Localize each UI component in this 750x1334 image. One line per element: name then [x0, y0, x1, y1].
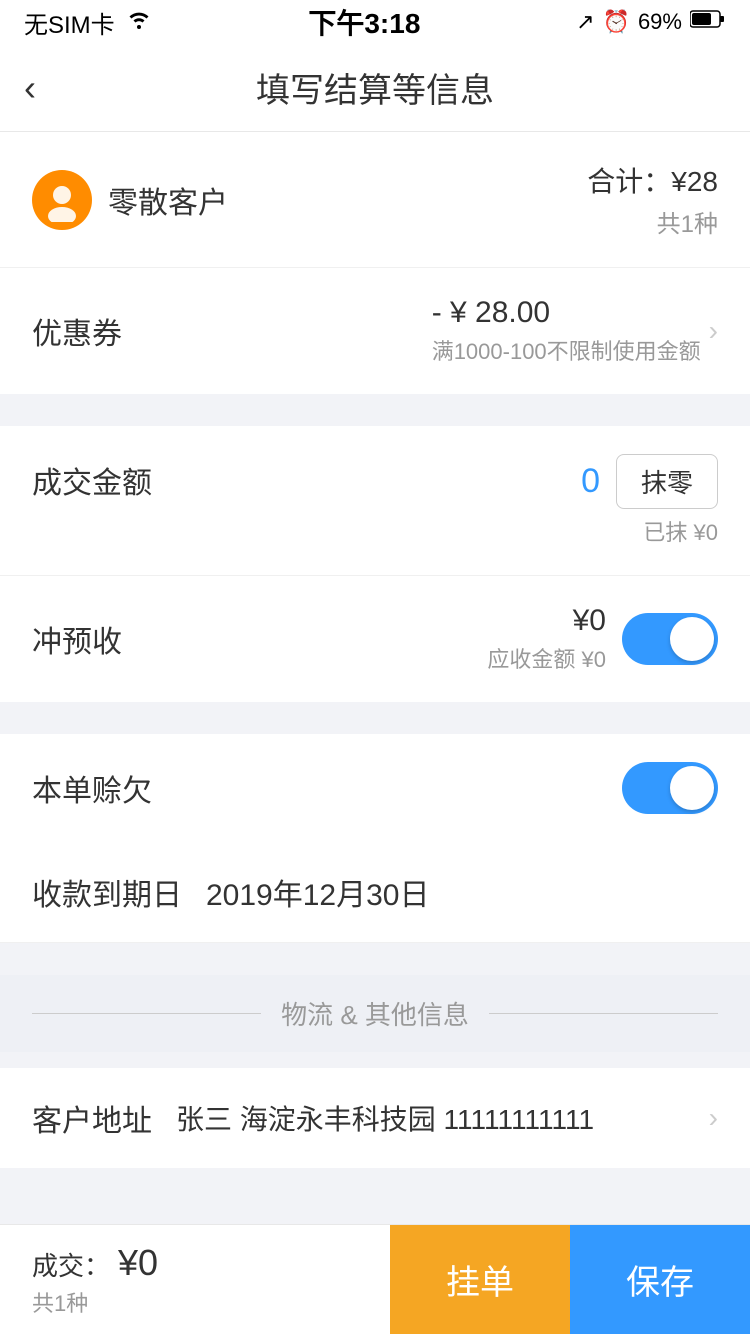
coupon-row[interactable]: 优惠券 - ¥ 28.00 满1000-100不限制使用金额 › — [0, 267, 750, 394]
wifi-icon — [125, 8, 153, 36]
transaction-label: 成交金额 — [32, 454, 152, 502]
logistics-divider: 物流 & 其他信息 — [0, 975, 750, 1052]
debt-row: 本单赊欠 — [0, 734, 750, 842]
bottom-bar: 成交： ¥0 共1种 挂单 保存 — [0, 1224, 750, 1334]
debt-toggle[interactable] — [622, 762, 718, 814]
customer-section: 零散客户 合计：¥28 共1种 优惠券 - ¥ 28.00 满1000-100不… — [0, 132, 750, 394]
prepayment-label: 冲预收 — [32, 617, 122, 661]
status-left: 无SIM卡 — [24, 5, 153, 40]
round-button[interactable]: 抹零 — [616, 454, 718, 509]
nav-bar: ‹ 填写结算等信息 — [0, 44, 750, 132]
address-chevron-icon: › — [709, 1102, 718, 1134]
separator-1 — [0, 410, 750, 426]
transaction-sub: 已抹 ¥0 — [581, 515, 718, 547]
total-amount: 合计：¥28 — [587, 160, 718, 200]
back-button[interactable]: ‹ — [24, 67, 36, 109]
prepayment-right: ¥0 应收金额 ¥0 — [487, 604, 718, 674]
content: 零散客户 合计：¥28 共1种 优惠券 - ¥ 28.00 满1000-100不… — [0, 132, 750, 1304]
due-date-row: 收款到期日 2019年12月30日 — [0, 842, 750, 943]
no-sim-text: 无SIM卡 — [24, 5, 115, 40]
transaction-section: 成交金额 0 抹零 已抹 ¥0 冲预收 ¥0 应收金额 ¥0 — [0, 426, 750, 702]
prepayment-toggle[interactable] — [622, 613, 718, 665]
divider-line-left — [32, 1013, 261, 1014]
address-value: 张三 海淀永丰科技园 11111111111 — [176, 1098, 709, 1138]
coupon-right: - ¥ 28.00 满1000-100不限制使用金额 › — [432, 296, 718, 366]
address-section: 客户地址 张三 海淀永丰科技园 11111111111 › — [0, 1068, 750, 1168]
separator-2 — [0, 718, 750, 734]
debt-label: 本单赊欠 — [32, 766, 152, 810]
coupon-desc: 满1000-100不限制使用金额 — [432, 334, 701, 366]
separator-3 — [0, 959, 750, 975]
bottom-amount: ¥0 — [118, 1242, 158, 1284]
bottom-count: 共1种 — [32, 1286, 358, 1318]
debt-section: 本单赊欠 收款到期日 2019年12月30日 — [0, 734, 750, 943]
battery-text: 69% — [638, 9, 682, 35]
transaction-value: 0 — [581, 462, 600, 501]
customer-row: 零散客户 合计：¥28 共1种 — [0, 132, 750, 267]
prepayment-value-wrap: ¥0 应收金额 ¥0 — [487, 604, 606, 674]
due-date-value: 2019年12月30日 — [206, 870, 429, 914]
status-bar: 无SIM卡 下午3:18 ↗ ⏰ 69% — [0, 0, 750, 44]
location-icon: ↗ — [576, 9, 594, 35]
toggle-knob — [670, 617, 714, 661]
address-label: 客户地址 — [32, 1096, 152, 1140]
prepayment-row: 冲预收 ¥0 应收金额 ¥0 — [0, 576, 750, 702]
total-count: 共1种 — [587, 204, 718, 239]
address-row[interactable]: 客户地址 张三 海淀永丰科技园 11111111111 › — [0, 1068, 750, 1168]
prepayment-value: ¥0 — [487, 604, 606, 638]
alarm-icon: ⏰ — [603, 9, 630, 35]
due-date-label: 收款到期日 — [32, 870, 182, 914]
bottom-left: 成交： ¥0 共1种 — [0, 1242, 390, 1318]
status-time: 下午3:18 — [308, 2, 420, 42]
status-right: ↗ ⏰ 69% — [576, 9, 726, 35]
page-title: 填写结算等信息 — [256, 63, 494, 112]
customer-left: 零散客户 — [32, 170, 228, 230]
coupon-discount: - ¥ 28.00 — [432, 296, 701, 330]
battery-icon — [690, 9, 726, 35]
transaction-right: 0 抹零 — [581, 454, 718, 509]
logistics-label: 物流 & 其他信息 — [261, 995, 489, 1032]
hold-button[interactable]: 挂单 — [390, 1225, 570, 1334]
debt-toggle-knob — [670, 766, 714, 810]
save-button[interactable]: 保存 — [570, 1225, 750, 1334]
transaction-row: 成交金额 0 抹零 已抹 ¥0 — [0, 426, 750, 576]
bottom-transaction-label: 成交： — [32, 1246, 110, 1283]
prepayment-sub: 应收金额 ¥0 — [487, 642, 606, 674]
separator-4 — [0, 1052, 750, 1068]
coupon-chevron-icon: › — [709, 315, 718, 347]
coupon-info: - ¥ 28.00 满1000-100不限制使用金额 — [432, 296, 701, 366]
customer-avatar — [32, 170, 92, 230]
divider-line-right — [489, 1013, 718, 1014]
customer-name: 零散客户 — [108, 178, 228, 222]
coupon-label: 优惠券 — [32, 309, 122, 353]
customer-total: 合计：¥28 共1种 — [587, 160, 718, 239]
